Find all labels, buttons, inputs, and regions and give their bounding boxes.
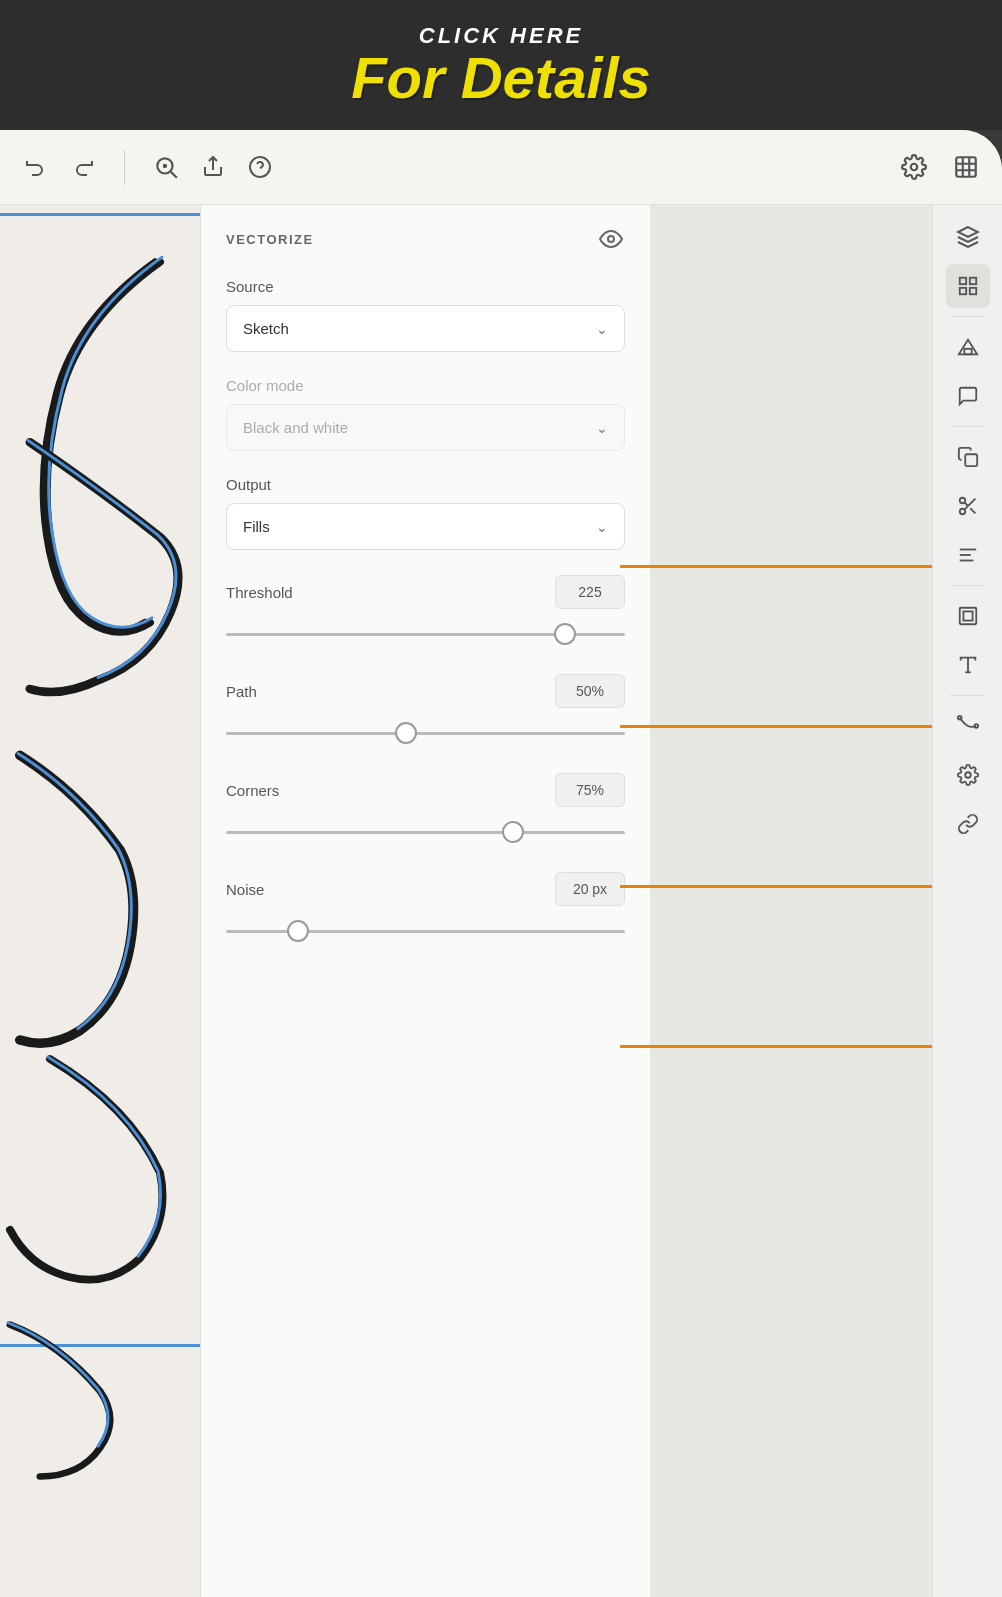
- path-value[interactable]: 50%: [555, 674, 625, 708]
- threshold-slider[interactable]: [226, 619, 625, 649]
- threshold-thumb[interactable]: [554, 623, 576, 645]
- app-card: VECTORIZE Source Sketch ⌄ Color mode: [0, 130, 1002, 1597]
- toolbar-divider: [124, 150, 125, 185]
- svg-rect-7: [956, 157, 976, 177]
- source-value: Sketch: [243, 320, 289, 337]
- path-label: Path: [226, 683, 257, 700]
- color-mode-chevron: ⌄: [596, 420, 608, 436]
- scissors-icon-button[interactable]: [946, 484, 990, 528]
- color-mode-select[interactable]: Black and white ⌄: [226, 404, 625, 451]
- drawing-svg: [0, 205, 200, 1597]
- sidebar-divider-1: [950, 316, 985, 317]
- output-value: Fills: [243, 518, 270, 535]
- source-label: Source: [226, 278, 625, 295]
- noise-row: Noise 20 px: [226, 872, 625, 906]
- corners-value[interactable]: 75%: [555, 773, 625, 807]
- svg-marker-9: [958, 227, 978, 237]
- frame-icon-button[interactable]: [946, 594, 990, 638]
- noise-label: Noise: [226, 881, 264, 898]
- for-details-text: For Details: [351, 49, 651, 107]
- orange-line-3: [620, 885, 932, 888]
- orange-line-2: [620, 725, 932, 728]
- transform-button[interactable]: [950, 151, 982, 183]
- corners-track: [226, 831, 625, 834]
- search-button[interactable]: [150, 151, 182, 183]
- output-chevron: ⌄: [596, 519, 608, 535]
- svg-rect-15: [965, 454, 977, 466]
- noise-thumb[interactable]: [287, 920, 309, 942]
- svg-rect-12: [959, 288, 965, 294]
- drawing-area: [0, 205, 200, 1597]
- corners-thumb[interactable]: [502, 821, 524, 843]
- panel-title: VECTORIZE: [226, 232, 314, 247]
- top-banner[interactable]: CLICK HERE For Details: [0, 0, 1002, 130]
- svg-line-19: [970, 508, 975, 513]
- svg-point-8: [608, 236, 614, 242]
- svg-rect-10: [959, 278, 965, 284]
- app-area: VECTORIZE Source Sketch ⌄ Color mode: [0, 130, 1002, 1597]
- help-button[interactable]: [244, 151, 276, 183]
- align-icon-button[interactable]: [946, 533, 990, 577]
- svg-rect-14: [964, 349, 971, 355]
- noise-value[interactable]: 20 px: [555, 872, 625, 906]
- color-mode-label: Color mode: [226, 377, 625, 394]
- text-icon-button[interactable]: [946, 643, 990, 687]
- right-sidebar: [932, 205, 1002, 1597]
- comment-icon-button[interactable]: [946, 374, 990, 418]
- svg-point-30: [965, 772, 971, 778]
- layers-icon-button[interactable]: [946, 215, 990, 259]
- svg-rect-11: [969, 278, 975, 284]
- noise-track: [226, 930, 625, 933]
- source-select[interactable]: Sketch ⌄: [226, 305, 625, 352]
- toolbar-right: [898, 151, 982, 183]
- curve-icon-button[interactable]: [946, 704, 990, 748]
- svg-rect-13: [969, 288, 975, 294]
- sidebar-divider-4: [950, 695, 985, 696]
- svg-point-17: [959, 509, 965, 515]
- orange-line-4: [620, 1045, 932, 1048]
- svg-rect-25: [963, 611, 972, 620]
- vectorize-panel: VECTORIZE Source Sketch ⌄ Color mode: [200, 205, 650, 1597]
- color-mode-value: Black and white: [243, 419, 348, 436]
- threshold-row: Threshold 225: [226, 575, 625, 609]
- share-button[interactable]: [197, 151, 229, 183]
- threshold-value[interactable]: 225: [555, 575, 625, 609]
- threshold-label: Threshold: [226, 584, 293, 601]
- svg-point-2: [163, 164, 167, 168]
- sidebar-divider-3: [950, 585, 985, 586]
- orange-line-1: [620, 565, 932, 568]
- noise-slider[interactable]: [226, 916, 625, 946]
- gear2-icon-button[interactable]: [946, 753, 990, 797]
- toolbar-left: [20, 150, 276, 185]
- copy-icon-button[interactable]: [946, 435, 990, 479]
- canvas-area: VECTORIZE Source Sketch ⌄ Color mode: [0, 205, 1002, 1597]
- eye-icon-button[interactable]: [597, 225, 625, 253]
- sidebar-divider-2: [950, 426, 985, 427]
- svg-line-1: [171, 172, 177, 178]
- grid-icon-button[interactable]: [946, 264, 990, 308]
- shape-icon-button[interactable]: [946, 325, 990, 369]
- svg-line-20: [964, 502, 968, 506]
- undo-button[interactable]: [20, 151, 52, 183]
- redo-button[interactable]: [67, 151, 99, 183]
- corners-row: Corners 75%: [226, 773, 625, 807]
- settings-button[interactable]: [898, 151, 930, 183]
- corners-slider[interactable]: [226, 817, 625, 847]
- output-label: Output: [226, 476, 625, 493]
- panel-header: VECTORIZE: [226, 225, 625, 253]
- output-select[interactable]: Fills ⌄: [226, 503, 625, 550]
- svg-point-6: [911, 164, 918, 171]
- corners-label: Corners: [226, 782, 279, 799]
- path-slider[interactable]: [226, 718, 625, 748]
- threshold-track: [226, 633, 625, 636]
- path-thumb[interactable]: [395, 722, 417, 744]
- svg-rect-24: [959, 608, 976, 625]
- link-icon-button[interactable]: [946, 802, 990, 846]
- path-row: Path 50%: [226, 674, 625, 708]
- path-track: [226, 732, 625, 735]
- toolbar: [0, 130, 1002, 205]
- svg-point-16: [959, 498, 965, 504]
- source-chevron: ⌄: [596, 321, 608, 337]
